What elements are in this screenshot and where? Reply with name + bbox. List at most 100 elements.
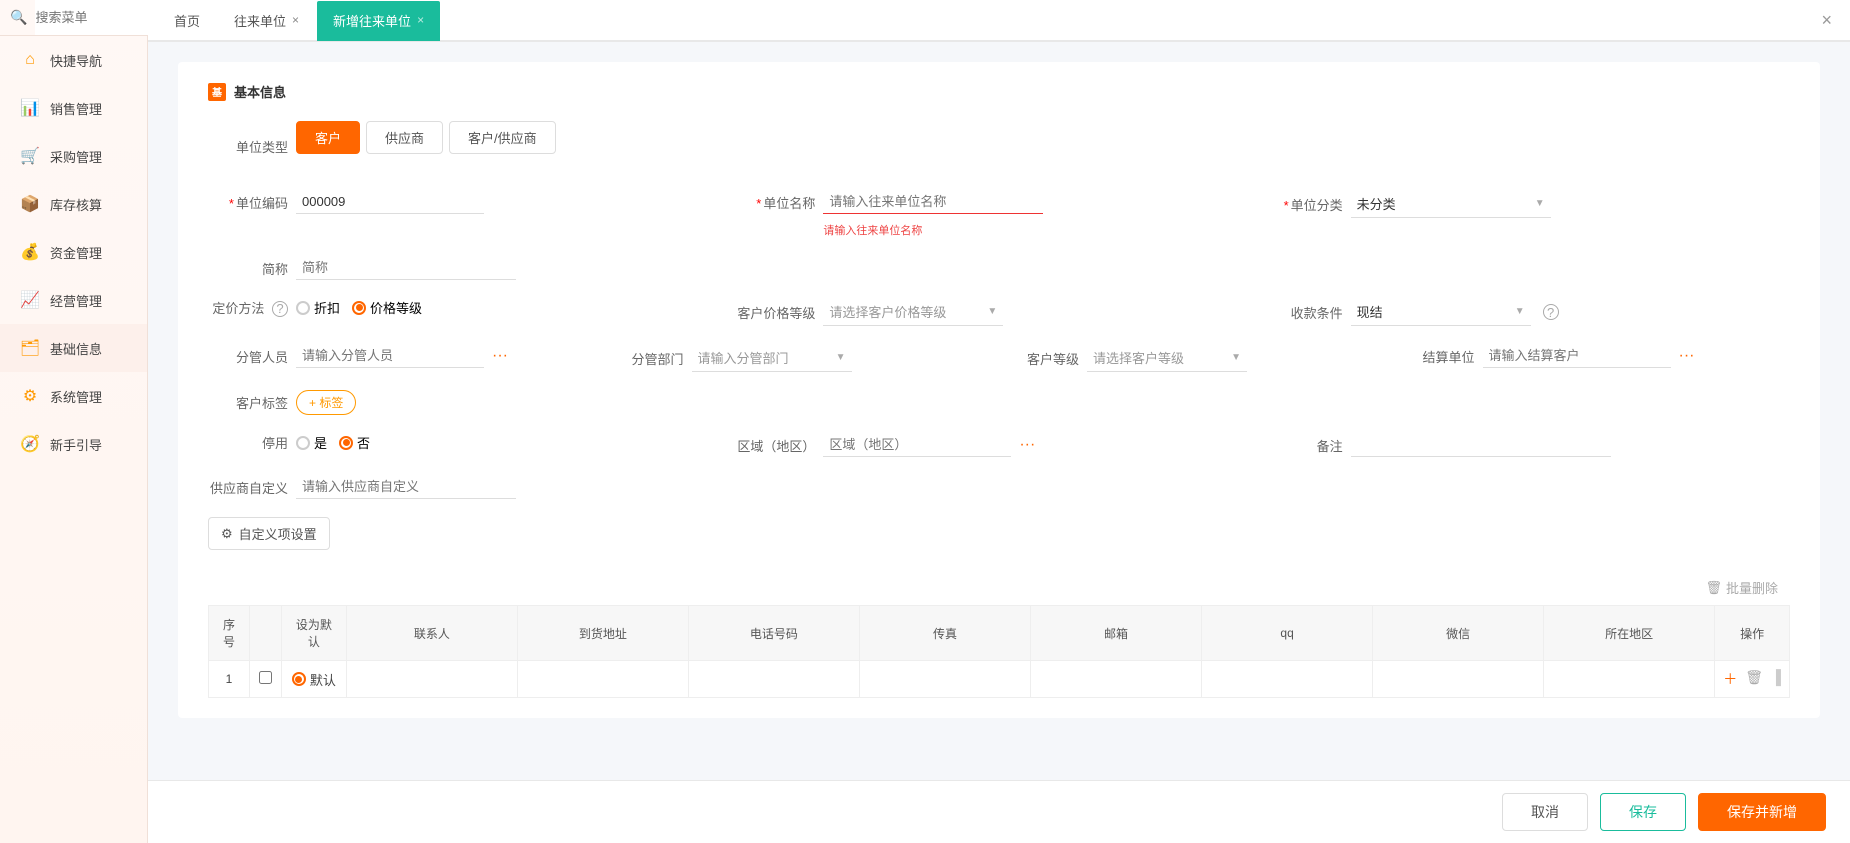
payment-terms-help-icon[interactable]: ? [1543,304,1559,320]
basic-icon: 🗂 [20,338,40,358]
settlement-unit-more-btn[interactable]: ··· [1679,347,1695,365]
department-select[interactable]: 请输入分管部门 ▼ [692,344,852,372]
cell-wechat[interactable] [1373,661,1544,698]
tab-new-partner-close[interactable]: × [417,13,424,27]
settlement-unit-input[interactable] [1483,344,1671,368]
radio-no-circle [339,436,353,450]
batch-delete-label: 批量删除 [1726,578,1778,597]
tab-partners-close[interactable]: × [292,13,299,27]
tab-new-partner-label: 新增往来单位 [333,11,411,30]
search-bar[interactable]: 🔍 [0,0,147,36]
th-region: 所在地区 [1544,606,1715,661]
section-icon: 基 [208,83,226,101]
cell-phone[interactable] [688,661,859,698]
btn-customer[interactable]: 客户 [296,121,360,154]
cell-address[interactable] [517,661,688,698]
pricing-radio-level[interactable]: 价格等级 [352,298,422,317]
btn-supplier[interactable]: 供应商 [366,121,443,154]
short-name-row: 简称 [208,256,1790,280]
cell-qq[interactable] [1202,661,1373,698]
add-row-icon[interactable]: ＋ [1723,669,1737,689]
region-cell-input[interactable] [1552,672,1706,686]
tab-partners[interactable]: 往来单位 × [218,1,315,41]
fax-input[interactable] [868,672,1022,686]
wechat-input[interactable] [1381,672,1535,686]
email-input[interactable] [1039,672,1193,686]
sidebar-item-purchase[interactable]: 🛒 采购管理 [0,132,147,180]
contact-input[interactable] [355,672,509,686]
unit-code-input[interactable] [296,190,484,214]
purchase-icon: 🛒 [20,146,40,166]
sidebar-item-basic[interactable]: 🗂 基础信息 [0,324,147,372]
save-new-button[interactable]: 保存并新增 [1698,793,1826,831]
cell-fax[interactable] [859,661,1030,698]
close-all-tabs-button[interactable]: × [1813,10,1840,31]
address-input[interactable] [526,672,680,686]
th-action: 操作 [1715,606,1790,661]
region-input[interactable] [823,433,1011,457]
th-wechat: 微信 [1373,606,1544,661]
cell-email[interactable] [1031,661,1202,698]
footer: 取消 保存 保存并新增 [148,780,1850,843]
cell-region[interactable] [1544,661,1715,698]
radio-yes-circle [296,436,310,450]
th-contact: 联系人 [346,606,517,661]
pricing-method-label: 定价方法 ? [208,298,288,317]
sidebar-item-guide[interactable]: 🧭 新手引导 [0,420,147,468]
cell-contact[interactable] [346,661,517,698]
sidebar-item-operation[interactable]: 📈 经营管理 [0,276,147,324]
unit-category-select[interactable]: 未分类 ▼ [1351,190,1551,218]
short-name-input[interactable] [296,256,516,280]
disabled-group: 停用 是 否 [208,433,735,452]
operation-icon: 📈 [20,290,40,310]
radio-discount-circle [296,301,310,315]
customer-level-label: 客户等级 [999,349,1079,368]
manager-group: 分管人员 ··· [208,344,604,368]
sidebar-item-finance[interactable]: 💰 资金管理 [0,228,147,276]
add-tag-button[interactable]: + 标签 [296,390,356,415]
payment-terms-select[interactable]: 现结 ▼ [1351,298,1531,326]
manager-input[interactable] [296,344,484,368]
cell-action: ＋ 🗑 ▐ [1715,661,1790,698]
customer-level-value: 请选择客户等级 [1093,348,1227,367]
pricing-help-icon[interactable]: ? [272,301,288,317]
pricing-level-label: 价格等级 [370,298,422,317]
manager-more-btn[interactable]: ··· [492,347,508,365]
batch-delete-button[interactable]: 🗑 批量删除 [1705,578,1778,597]
cell-checkbox[interactable] [249,661,281,698]
delete-row-icon[interactable]: 🗑 [1745,669,1763,689]
sidebar-item-system[interactable]: ⚙ 系统管理 [0,372,147,420]
remark-input[interactable] [1351,433,1611,457]
pricing-radio-group: 折扣 价格等级 [296,298,422,317]
tab-home[interactable]: 首页 [158,1,216,41]
sidebar-item-quick-nav[interactable]: ⌂ 快捷导航 [0,36,147,84]
save-button[interactable]: 保存 [1600,793,1686,831]
pricing-radio-discount[interactable]: 折扣 [296,298,340,317]
sidebar-label-operation: 经营管理 [50,291,102,310]
tab-new-partner[interactable]: 新增往来单位 × [317,1,440,41]
sales-icon: 📊 [20,98,40,118]
batch-delete-icon: 🗑 [1705,580,1722,596]
btn-customer-supplier[interactable]: 客户/供应商 [449,121,556,154]
department-value: 请输入分管部门 [698,348,832,367]
sidebar-item-sales[interactable]: 📊 销售管理 [0,84,147,132]
custom-settings-button[interactable]: ⚙ 自定义项设置 [208,517,330,550]
table-row: 1 默认 [209,661,1790,698]
default-radio-circle [292,672,306,686]
supplier-custom-input[interactable] [296,475,516,499]
customer-level-select[interactable]: 请选择客户等级 ▼ [1087,344,1247,372]
customer-tag-group: 客户标签 + 标签 [208,390,1790,415]
unit-name-input[interactable] [823,190,1043,214]
phone-input[interactable] [697,672,851,686]
disabled-radio-no[interactable]: 否 [339,433,370,452]
cancel-button[interactable]: 取消 [1502,793,1588,831]
default-radio[interactable]: 默认 [290,670,338,689]
main-area: 首页 往来单位 × 新增往来单位 × × 基 基本信息 单位类型 [148,0,1850,843]
qq-input[interactable] [1210,672,1364,686]
customer-price-level-select[interactable]: 请选择客户价格等级 ▼ [823,298,1003,326]
sidebar-item-inventory[interactable]: 📦 库存核算 [0,180,147,228]
region-more-btn[interactable]: ··· [1019,436,1035,454]
row-checkbox[interactable] [259,671,272,684]
disabled-radio-yes[interactable]: 是 [296,433,327,452]
tab-home-label: 首页 [174,11,200,30]
